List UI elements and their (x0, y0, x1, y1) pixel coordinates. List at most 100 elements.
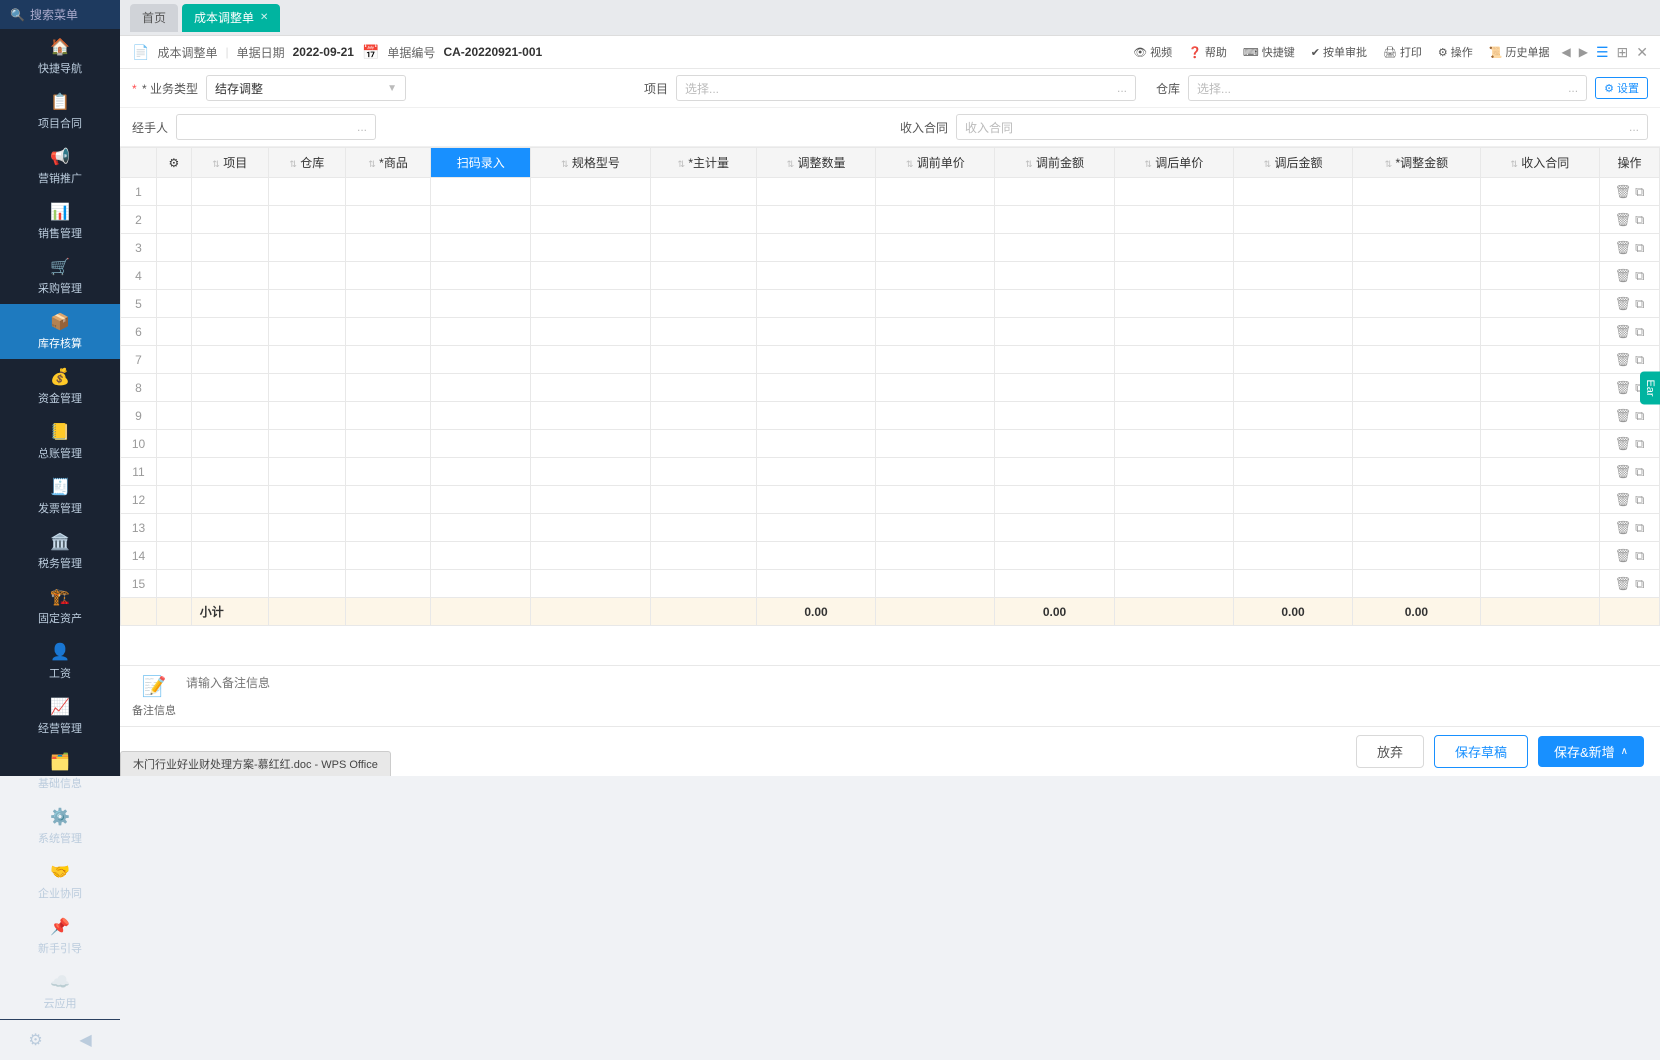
toggle-icon[interactable]: ◀ (79, 1030, 91, 1050)
sidebar-item-ledger[interactable]: 📒总账管理 (0, 414, 120, 469)
cell-scan-3[interactable] (431, 234, 531, 262)
view-grid[interactable]: ⊞ (1617, 44, 1629, 61)
cell-adj_amount-4[interactable] (1353, 262, 1480, 290)
sort-icon-income_contract[interactable]: ⇅ (1510, 159, 1518, 169)
cell-warehouse-2[interactable] (268, 206, 345, 234)
cell-warehouse-6[interactable] (268, 318, 345, 346)
cell-warehouse-8[interactable] (268, 374, 345, 402)
sidebar-search[interactable]: 🔍 搜索菜单 (0, 0, 120, 29)
shortcut-btn[interactable]: ⌨ 快捷键 (1239, 42, 1299, 62)
cell-warehouse-7[interactable] (268, 346, 345, 374)
cell-spec-6[interactable] (531, 318, 650, 346)
cell-product-7[interactable] (345, 346, 430, 374)
cell-adj_qty-8[interactable] (756, 374, 875, 402)
handler-input[interactable]: ... (176, 114, 376, 140)
cell-prev_amount-15[interactable] (995, 570, 1114, 598)
col-unit[interactable]: ⇅ *主计量 (650, 148, 756, 178)
cell-income_contract-8[interactable] (1480, 374, 1599, 402)
cell-prev_amount-10[interactable] (995, 430, 1114, 458)
cell-product-4[interactable] (345, 262, 430, 290)
col-after_amount[interactable]: ⇅ 调后金额 (1233, 148, 1352, 178)
cell-income_contract-9[interactable] (1480, 402, 1599, 430)
nav-prev[interactable]: ◀ (1562, 45, 1571, 59)
cell-settings-10[interactable] (157, 430, 192, 458)
delete-icon-2[interactable]: 🗑 (1615, 212, 1632, 228)
help-btn[interactable]: ❓ 帮助 (1184, 42, 1231, 62)
cell-settings-11[interactable] (157, 458, 192, 486)
cell-unit-6[interactable] (650, 318, 756, 346)
cell-adj_amount-12[interactable] (1353, 486, 1480, 514)
tab-cost-adjust[interactable]: 成本调整单✕ (182, 4, 280, 32)
cell-project-7[interactable] (191, 346, 268, 374)
cell-warehouse-1[interactable] (268, 178, 345, 206)
cell-prev_price-9[interactable] (876, 402, 995, 430)
sidebar-item-fixed-asset[interactable]: 🏗️固定资产 (0, 579, 120, 634)
cell-project-2[interactable] (191, 206, 268, 234)
sort-icon-project[interactable]: ⇅ (212, 159, 220, 169)
cell-project-12[interactable] (191, 486, 268, 514)
cell-spec-1[interactable] (531, 178, 650, 206)
copy-icon-10[interactable]: ⧉ (1635, 436, 1644, 452)
cell-scan-9[interactable] (431, 402, 531, 430)
delete-icon-8[interactable]: 🗑 (1615, 380, 1632, 396)
delete-icon-10[interactable]: 🗑 (1615, 436, 1632, 452)
delete-icon-9[interactable]: 🗑 (1615, 408, 1632, 424)
cell-adj_amount-1[interactable] (1353, 178, 1480, 206)
col-scan[interactable]: 扫码录入 (431, 148, 531, 178)
cell-after_price-14[interactable] (1114, 542, 1233, 570)
save-new-button[interactable]: 保存&新增 ∧ (1538, 736, 1644, 767)
copy-icon-15[interactable]: ⧉ (1635, 576, 1644, 592)
table-wrap[interactable]: ⚙⇅ 项目⇅ 仓库⇅ *商品扫码录入⇅ 规格型号⇅ *主计量⇅ 调整数量⇅ 调前… (120, 147, 1660, 665)
save-draft-button[interactable]: 保存草稿 (1434, 735, 1528, 768)
cell-settings-6[interactable] (157, 318, 192, 346)
cell-income_contract-7[interactable] (1480, 346, 1599, 374)
cell-unit-15[interactable] (650, 570, 756, 598)
cell-product-8[interactable] (345, 374, 430, 402)
cell-after_amount-5[interactable] (1233, 290, 1352, 318)
cell-unit-11[interactable] (650, 458, 756, 486)
tab-close-cost-adjust[interactable]: ✕ (260, 12, 268, 23)
cell-project-13[interactable] (191, 514, 268, 542)
cell-warehouse-14[interactable] (268, 542, 345, 570)
cell-after_price-1[interactable] (1114, 178, 1233, 206)
cell-settings-5[interactable] (157, 290, 192, 318)
cell-warehouse-4[interactable] (268, 262, 345, 290)
view-list[interactable]: ☰ (1596, 44, 1609, 61)
cell-project-14[interactable] (191, 542, 268, 570)
sort-icon-after_price[interactable]: ⇅ (1144, 159, 1152, 169)
cell-unit-13[interactable] (650, 514, 756, 542)
sidebar-item-guide[interactable]: 📌新手引导 (0, 909, 120, 964)
cell-unit-4[interactable] (650, 262, 756, 290)
cell-adj_amount-13[interactable] (1353, 514, 1480, 542)
cell-warehouse-12[interactable] (268, 486, 345, 514)
cell-income_contract-11[interactable] (1480, 458, 1599, 486)
cell-adj_qty-6[interactable] (756, 318, 875, 346)
cell-unit-10[interactable] (650, 430, 756, 458)
cell-income_contract-1[interactable] (1480, 178, 1599, 206)
cell-adj_qty-5[interactable] (756, 290, 875, 318)
cell-scan-4[interactable] (431, 262, 531, 290)
delete-icon-11[interactable]: 🗑 (1615, 464, 1632, 480)
cell-scan-6[interactable] (431, 318, 531, 346)
cell-product-1[interactable] (345, 178, 430, 206)
sidebar-item-sales-mgmt[interactable]: 📊销售管理 (0, 194, 120, 249)
cell-scan-2[interactable] (431, 206, 531, 234)
cell-adj_amount-3[interactable] (1353, 234, 1480, 262)
cell-after_amount-3[interactable] (1233, 234, 1352, 262)
cell-adj_amount-15[interactable] (1353, 570, 1480, 598)
cell-spec-14[interactable] (531, 542, 650, 570)
cell-after_amount-11[interactable] (1233, 458, 1352, 486)
delete-icon-15[interactable]: 🗑 (1615, 576, 1632, 592)
cell-adj_qty-12[interactable] (756, 486, 875, 514)
warehouse-input[interactable]: 选择... ... (1188, 75, 1587, 101)
cell-unit-7[interactable] (650, 346, 756, 374)
project-dots[interactable]: ... (1117, 81, 1127, 95)
cell-prev_price-14[interactable] (876, 542, 995, 570)
cell-spec-13[interactable] (531, 514, 650, 542)
cell-spec-8[interactable] (531, 374, 650, 402)
cell-income_contract-14[interactable] (1480, 542, 1599, 570)
cell-adj_amount-2[interactable] (1353, 206, 1480, 234)
cell-adj_qty-15[interactable] (756, 570, 875, 598)
sidebar-item-quick-nav[interactable]: 🏠快捷导航 (0, 29, 120, 84)
delete-icon-3[interactable]: 🗑 (1615, 240, 1632, 256)
